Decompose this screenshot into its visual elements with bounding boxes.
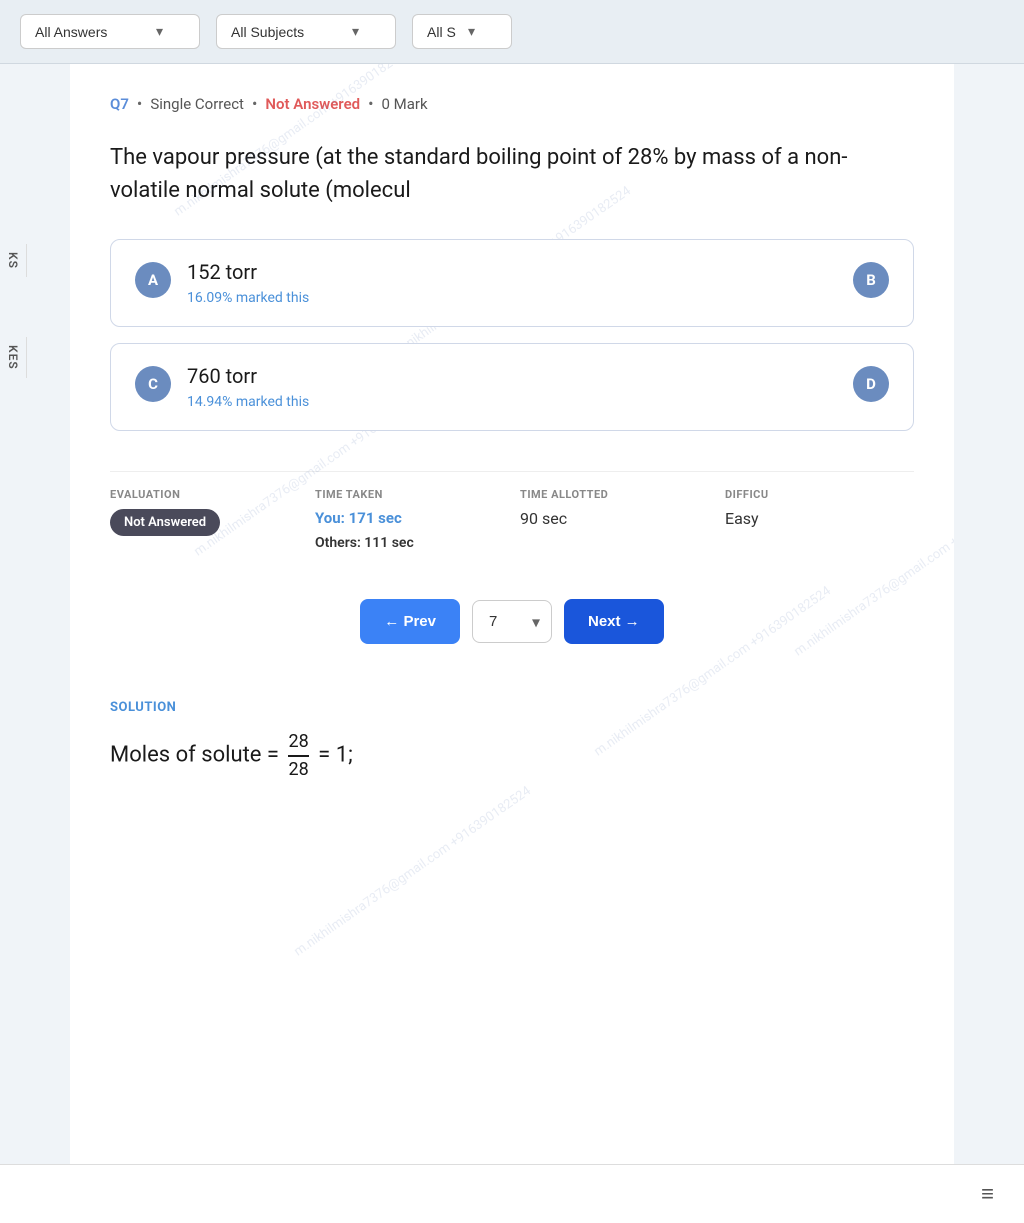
- solution-section: SOLUTION Moles of solute = 28 28 = 1;: [110, 692, 914, 780]
- question-status: Not Answered: [265, 95, 360, 113]
- eval-time-taken-col: TIME TAKEN You: 171 sec Others: 111 sec: [315, 488, 504, 551]
- eval-others-time: Others: 111 sec: [315, 535, 504, 551]
- eval-difficulty-label: DIFFICU: [725, 488, 914, 501]
- sidebar-kes-label: KES: [0, 337, 27, 378]
- option-a-badge: A: [135, 262, 171, 298]
- eval-label: EVALUATION: [110, 488, 299, 501]
- option-a-content: 152 torr 16.09% marked this: [187, 260, 837, 306]
- question-type: Single Correct: [150, 95, 244, 113]
- option-c-badge: C: [135, 366, 171, 402]
- option-c-percent: 14.94% marked this: [187, 394, 837, 410]
- all-answers-dropdown[interactable]: All Answers: [20, 14, 200, 49]
- eval-you-time: You: 171 sec: [315, 509, 504, 527]
- dot-1: •: [137, 94, 142, 113]
- option-d-badge: D: [853, 366, 889, 402]
- question-meta: Q7 • Single Correct • Not Answered • 0 M…: [110, 94, 914, 113]
- next-button[interactable]: Next →: [564, 599, 664, 644]
- eval-status-col: EVALUATION Not Answered: [110, 488, 299, 551]
- prev-button[interactable]: ← Prev: [360, 599, 460, 644]
- fraction: 28 28: [288, 731, 308, 780]
- eval-difficulty-col: DIFFICU Easy: [725, 488, 914, 551]
- solution-label: SOLUTION: [110, 700, 914, 715]
- navigation-row: ← Prev 7 1 2 3 4 5 6 8 Next →: [110, 583, 914, 660]
- bottom-bar: ≡: [0, 1164, 1024, 1223]
- watermark-5: m.nikhilmishra7376@gmail.com +9163901825…: [291, 784, 533, 960]
- solution-prefix: Moles of solute =: [110, 742, 284, 767]
- option-a-card[interactable]: A 152 torr 16.09% marked this B: [110, 239, 914, 327]
- question-marks: 0 Mark: [382, 95, 428, 113]
- dot-3: •: [368, 94, 373, 113]
- fraction-numerator: 28: [288, 731, 308, 757]
- page-selector[interactable]: 7 1 2 3 4 5 6 8: [472, 600, 552, 643]
- option-c-card[interactable]: C 760 torr 14.94% marked this D: [110, 343, 914, 431]
- main-content: m.nikhilmishra7376@gmail.com +9163901825…: [70, 64, 954, 1164]
- eval-time-allotted-label: TIME ALLOTTED: [520, 488, 709, 501]
- eval-difficulty-value: Easy: [725, 509, 914, 528]
- hamburger-icon[interactable]: ≡: [981, 1181, 994, 1207]
- evaluation-section: EVALUATION Not Answered TIME TAKEN You: …: [110, 471, 914, 551]
- options-container: A 152 torr 16.09% marked this B C 760 to…: [110, 239, 914, 431]
- eval-status-badge: Not Answered: [110, 509, 220, 536]
- option-a-percent: 16.09% marked this: [187, 290, 837, 306]
- solution-text: Moles of solute = 28 28 = 1;: [110, 731, 914, 780]
- sidebar-ks-label: KS: [0, 244, 27, 277]
- top-bar: All Answers All Subjects All S: [0, 0, 1024, 64]
- question-text: The vapour pressure (at the standard boi…: [110, 141, 914, 207]
- dropdown2-label: All Subjects: [231, 24, 304, 40]
- all-subjects-dropdown[interactable]: All Subjects: [216, 14, 396, 49]
- dropdown1-label: All Answers: [35, 24, 107, 40]
- eval-time-taken-label: TIME TAKEN: [315, 488, 504, 501]
- fraction-denominator: 28: [288, 757, 308, 781]
- all-s-dropdown[interactable]: All S: [412, 14, 512, 49]
- dropdown3-label: All S: [427, 24, 456, 40]
- page-selector-wrap[interactable]: 7 1 2 3 4 5 6 8: [472, 600, 552, 643]
- solution-suffix: = 1;: [318, 742, 353, 767]
- prev-label: ← Prev: [384, 613, 436, 630]
- option-b-badge: B: [853, 262, 889, 298]
- option-a-value: 152 torr: [187, 260, 837, 284]
- next-label: Next →: [588, 613, 640, 630]
- option-c-value: 760 torr: [187, 364, 837, 388]
- eval-time-allotted-value: 90 sec: [520, 509, 709, 528]
- question-number: Q7: [110, 95, 129, 113]
- eval-time-allotted-col: TIME ALLOTTED 90 sec: [520, 488, 709, 551]
- option-c-content: 760 torr 14.94% marked this: [187, 364, 837, 410]
- dot-2: •: [252, 94, 257, 113]
